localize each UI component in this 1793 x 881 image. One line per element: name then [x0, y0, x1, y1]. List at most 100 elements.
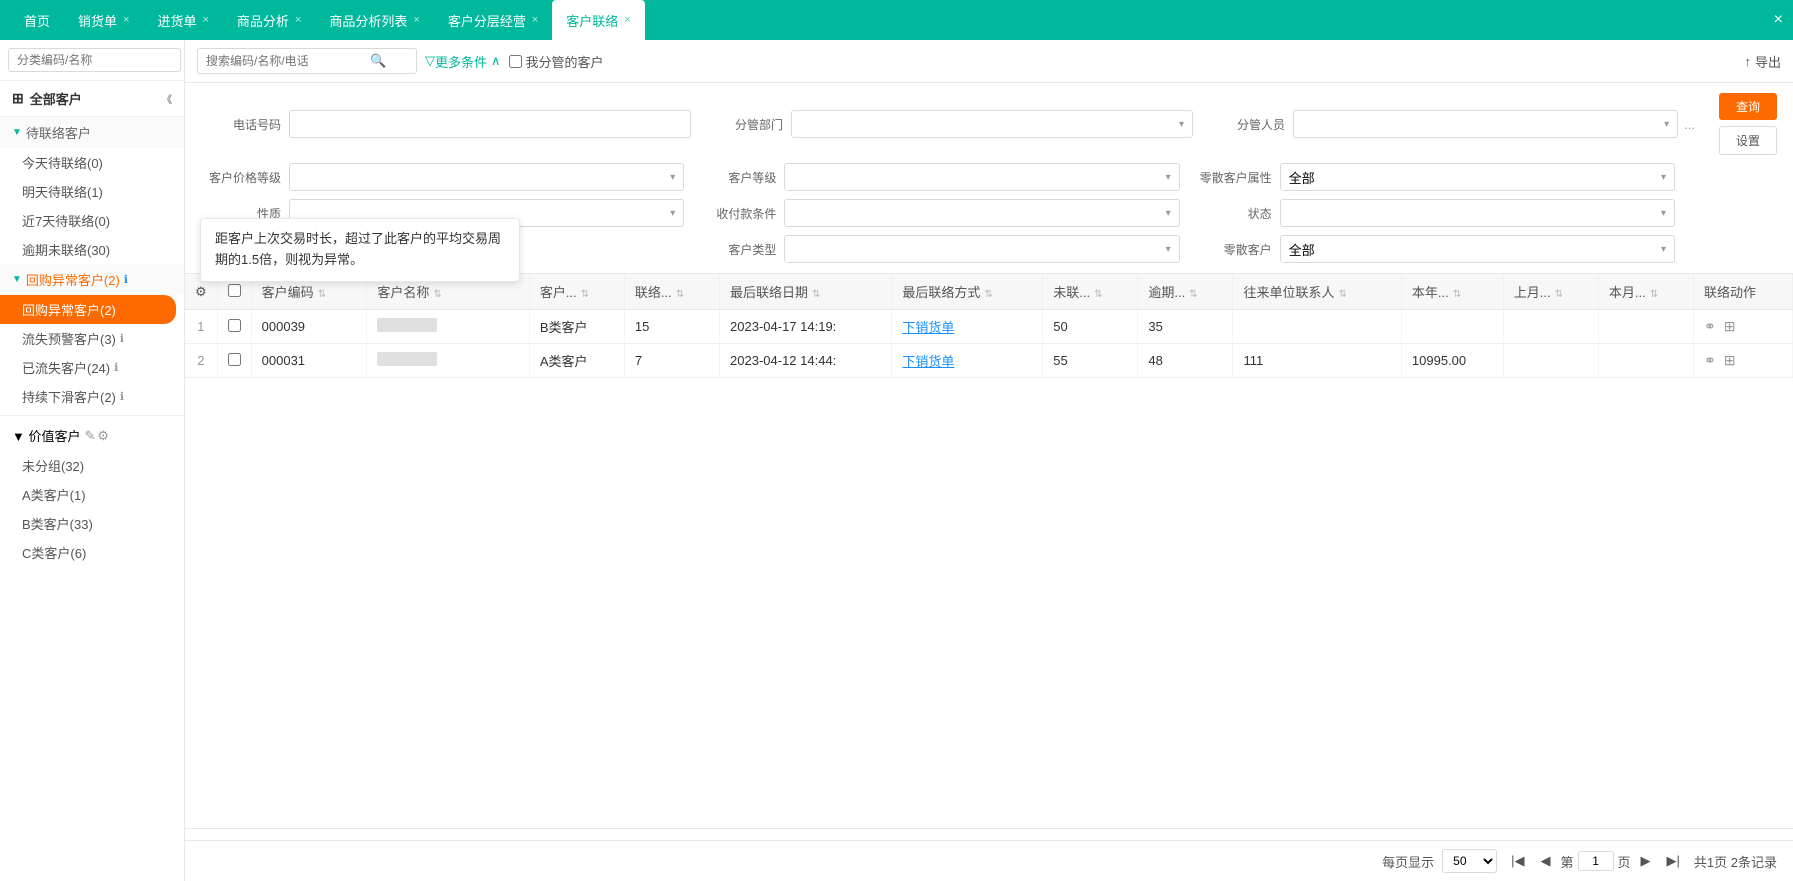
sort-icon-method: ⇅ — [984, 289, 992, 300]
today-pending[interactable]: 今天待联络(0) — [0, 148, 184, 177]
row-last-month-2 — [1503, 344, 1598, 378]
row-uncontacted-2: 55 — [1043, 344, 1138, 378]
more-conditions-btn[interactable]: ▽ 更多条件 ∧ — [425, 52, 501, 71]
churned-customers[interactable]: 已流失客户(24) ℹ — [0, 353, 184, 382]
nav-home[interactable]: 首页 — [10, 0, 64, 40]
col-last-month[interactable]: 上月...⇅ — [1503, 274, 1598, 310]
prev-page-btn[interactable]: ◀ — [1535, 851, 1557, 871]
col-customer-type[interactable]: 客户...⇅ — [529, 274, 624, 310]
horizontal-scrollbar[interactable] — [185, 828, 1793, 840]
col-last-date[interactable]: 最后联络日期⇅ — [720, 274, 892, 310]
repurchase-abnormal-active[interactable]: 回购异常客户(2) — [0, 295, 176, 324]
status-label: 状态 — [1192, 205, 1272, 222]
week-pending[interactable]: 近7天待联络(0) — [0, 206, 184, 235]
close-product-analysis-tab[interactable]: × — [295, 14, 301, 26]
nav-product-list[interactable]: 商品分析列表 × — [315, 0, 433, 40]
next-page-btn[interactable]: ▶ — [1635, 851, 1657, 871]
churn-warning[interactable]: 流失预警客户(3) ℹ — [0, 324, 184, 353]
close-product-list-tab[interactable]: × — [413, 14, 419, 26]
price-level-field: 客户价格等级 ▾ — [201, 163, 684, 191]
close-sales-tab[interactable]: × — [123, 14, 129, 26]
link-action-icon-2[interactable]: ⚭ — [1704, 352, 1716, 369]
class-c-customers[interactable]: C类客户(6) — [0, 538, 184, 567]
edit-icon[interactable]: ✎ — [84, 428, 95, 444]
close-customer-tier-tab[interactable]: × — [532, 14, 538, 26]
dept-select[interactable]: ▾ — [791, 110, 1193, 138]
search-input[interactable] — [206, 54, 366, 68]
pending-contact-title[interactable]: ▼ 待联络客户 — [0, 117, 184, 148]
sidebar-scroll: ▼ 待联络客户 今天待联络(0) 明天待联络(1) 近7天待联络(0) 逾期未联… — [0, 117, 184, 881]
phone-field: 电话号码 — [201, 110, 691, 138]
nav-customer-tier[interactable]: 客户分层经营 × — [434, 0, 552, 40]
nav-purchase[interactable]: 进货单 × — [143, 0, 222, 40]
payment-select[interactable]: ▾ — [784, 199, 1179, 227]
collapse-icon: 《 — [162, 91, 172, 106]
select-all-checkbox[interactable] — [228, 284, 241, 297]
sidebar-search-input[interactable] — [8, 48, 181, 72]
close-customer-contact-tab[interactable]: × — [624, 14, 630, 26]
current-page-input[interactable] — [1578, 851, 1614, 871]
row-date-2: 2023-04-12 14:44: — [720, 344, 892, 378]
row-method-2[interactable]: 下销货单 — [892, 344, 1043, 378]
all-customers-title[interactable]: ⊞ 全部客户 《 — [0, 81, 184, 117]
customer-type-select[interactable]: ▾ — [784, 235, 1179, 263]
settings2-icon[interactable]: ⚙ — [97, 428, 109, 444]
my-customers-checkbox[interactable] — [509, 55, 522, 68]
retail-attr-chevron-icon: ▾ — [1661, 172, 1666, 183]
customer-level-select[interactable]: ▾ — [784, 163, 1179, 191]
row-checkbox-2[interactable] — [228, 353, 241, 366]
query-button[interactable]: 查询 — [1719, 93, 1777, 120]
class-b-customers[interactable]: B类客户(33) — [0, 509, 184, 538]
close-purchase-tab[interactable]: × — [202, 14, 208, 26]
price-level-select[interactable]: ▾ — [289, 163, 684, 191]
page-navigation: |◀ ◀ 第 页 ▶ ▶| — [1505, 851, 1686, 871]
unclassified-customers[interactable]: 未分组(32) — [0, 451, 184, 480]
search-icon[interactable]: 🔍 — [370, 53, 386, 69]
row-method-1[interactable]: 下销货单 — [892, 310, 1043, 344]
status-select[interactable]: ▾ — [1280, 199, 1675, 227]
filter-actions: 查询 设置 — [1719, 93, 1777, 155]
filter-icon: ▽ — [425, 53, 435, 69]
row-checkbox-1[interactable] — [228, 319, 241, 332]
per-page-select[interactable]: 50 100 200 — [1442, 849, 1497, 873]
link-action-icon-1[interactable]: ⚭ — [1704, 318, 1716, 335]
tomorrow-pending[interactable]: 明天待联络(1) — [0, 177, 184, 206]
col-this-month[interactable]: 本月...⇅ — [1598, 274, 1693, 310]
retail-customer-chevron-icon: ▾ — [1661, 244, 1666, 255]
person-select[interactable]: ▾ — [1293, 110, 1678, 138]
sort-icon-last-month: ⇅ — [1555, 289, 1563, 300]
sidebar-divider — [0, 415, 184, 416]
col-contact-count[interactable]: 联络...⇅ — [624, 274, 719, 310]
sort-icon-type: ⇅ — [581, 289, 589, 300]
page-label: 第 — [1561, 852, 1574, 871]
declining-customers[interactable]: 持续下滑客户(2) ℹ — [0, 382, 184, 411]
table-row: 1 000039 B类客户 15 2023-04-17 14:19: 下销货单 … — [185, 310, 1793, 344]
nav-product-analysis[interactable]: 商品分析 × — [223, 0, 315, 40]
last-page-btn[interactable]: ▶| — [1661, 851, 1686, 871]
first-page-btn[interactable]: |◀ — [1505, 851, 1530, 871]
person-field: 分管人员 ▾ ... — [1205, 110, 1695, 138]
overdue-contact[interactable]: 逾期未联络(30) — [0, 235, 184, 264]
class-a-customers[interactable]: A类客户(1) — [0, 480, 184, 509]
nav-customer-contact[interactable]: 客户联络 × — [552, 0, 644, 40]
export-button[interactable]: ↑ 导出 — [1744, 52, 1781, 71]
settings-button[interactable]: 设置 — [1719, 126, 1777, 155]
col-company-contact[interactable]: 往来单位联系人⇅ — [1233, 274, 1401, 310]
qr-action-icon-1[interactable]: ⊞ — [1724, 318, 1736, 335]
retail-customer-select[interactable]: 全部 ▾ — [1280, 235, 1675, 263]
repurchase-abnormal-title[interactable]: ▼ 回购异常客户(2) ℹ — [0, 264, 184, 295]
col-uncontacted[interactable]: 未联...⇅ — [1043, 274, 1138, 310]
value-customers-title[interactable]: ▼ 价值客户 ✎ ⚙ — [0, 420, 184, 451]
col-this-year[interactable]: 本年...⇅ — [1401, 274, 1503, 310]
retail-attr-field: 零散客户属性 全部 ▾ — [1192, 163, 1675, 191]
qr-action-icon-2[interactable]: ⊞ — [1724, 352, 1736, 369]
col-overdue[interactable]: 逾期...⇅ — [1138, 274, 1233, 310]
retail-attr-select[interactable]: 全部 ▾ — [1280, 163, 1675, 191]
phone-input[interactable] — [289, 110, 691, 138]
status-field: 状态 ▾ — [1192, 199, 1675, 227]
nav-sales[interactable]: 销货单 × — [64, 0, 143, 40]
scroll-inner — [185, 829, 1785, 830]
person-more-icon[interactable]: ... — [1684, 117, 1695, 132]
col-last-method[interactable]: 最后联络方式⇅ — [892, 274, 1043, 310]
window-close-button[interactable]: × — [1774, 11, 1783, 29]
